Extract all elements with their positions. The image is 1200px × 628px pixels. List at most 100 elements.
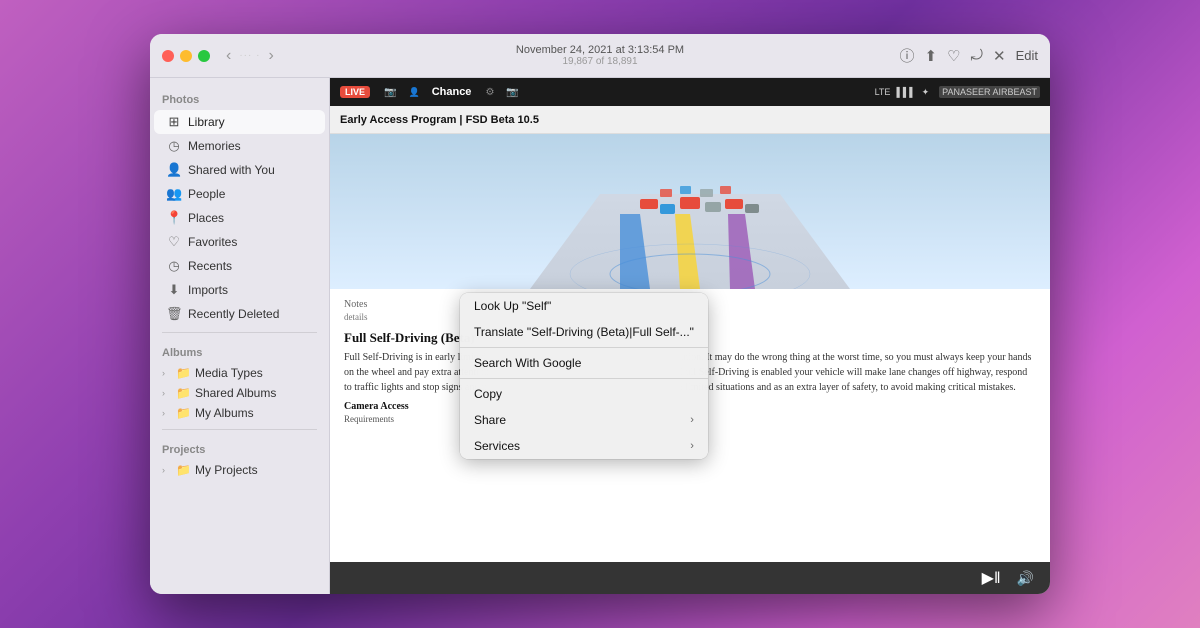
- context-menu-item-search[interactable]: Search With Google: [460, 350, 708, 376]
- imports-label: Imports: [188, 283, 228, 297]
- back-arrow[interactable]: ‹: [222, 45, 235, 67]
- sidebar-item-recents[interactable]: ◷ Recents: [154, 254, 325, 278]
- shared-label: Shared with You: [188, 163, 275, 177]
- memories-label: Memories: [188, 139, 241, 153]
- share-arrow-icon: ›: [690, 414, 694, 426]
- my-projects-icon: 📁: [176, 463, 191, 477]
- share-icon[interactable]: ⬆: [924, 47, 937, 65]
- photos-window: ‹ ··· · › November 24, 2021 at 3:13:54 P…: [150, 34, 1050, 594]
- search-label: Search With Google: [474, 356, 581, 370]
- sidebar-item-my-projects[interactable]: › 📁 My Projects: [154, 460, 325, 480]
- live-badge: LIVE: [340, 86, 370, 98]
- media-types-icon: 📁: [176, 366, 191, 380]
- chance-name: Chance: [432, 86, 472, 98]
- favorites-label: Favorites: [188, 235, 237, 249]
- context-menu-item-share[interactable]: Share ›: [460, 407, 708, 433]
- photo-date: November 24, 2021 at 3:13:54 PM: [516, 44, 684, 56]
- sidebar-item-media-types[interactable]: › 📁 Media Types: [154, 363, 325, 383]
- trash-icon: 🗑: [166, 306, 182, 322]
- context-menu-item-copy[interactable]: Copy: [460, 381, 708, 407]
- main-content: Photos ⊞ Library ◷ Memories 👤 Shared wit…: [150, 78, 1050, 594]
- services-arrow-icon: ›: [690, 440, 694, 452]
- context-menu-item-lookup[interactable]: Look Up "Self": [460, 293, 708, 319]
- shared-albums-icon: 📁: [176, 386, 191, 400]
- photo2-icon: 📷: [506, 87, 518, 98]
- places-icon: 📍: [166, 210, 182, 226]
- recently-deleted-label: Recently Deleted: [188, 307, 279, 321]
- photo-viewer: LIVE 📷 👤 Chance ⚙ 📷 LTE ▌▌▌ ✦ PANASEER A…: [330, 78, 1050, 594]
- recents-label: Recents: [188, 259, 232, 273]
- expand-icon-3: ›: [162, 408, 172, 418]
- nav-dots: ··· ·: [239, 50, 260, 61]
- photo-bottom-controls: ▶‖ 🔊: [330, 562, 1050, 594]
- close-button[interactable]: [162, 50, 174, 62]
- media-types-label: Media Types: [195, 366, 263, 380]
- copy-label: Copy: [474, 387, 502, 401]
- status-icons: LTE ▌▌▌ ✦ PANASEER AIRBEAST: [875, 86, 1040, 98]
- my-albums-icon: 📁: [176, 406, 191, 420]
- sidebar-item-memories[interactable]: ◷ Memories: [154, 134, 325, 158]
- rotate-icon[interactable]: ⤾: [971, 47, 984, 64]
- minimize-button[interactable]: [180, 50, 192, 62]
- lookup-label: Look Up "Self": [474, 299, 551, 313]
- shared-icon: 👤: [166, 162, 182, 178]
- info-icon[interactable]: ⓘ: [899, 45, 914, 66]
- library-label: Library: [188, 115, 225, 129]
- sidebar-item-favorites[interactable]: ♡ Favorites: [154, 230, 325, 254]
- road-svg: [330, 134, 1050, 289]
- menu-separator-2: [460, 378, 708, 379]
- library-icon: ⊞: [166, 114, 182, 130]
- forward-arrow[interactable]: ›: [264, 45, 277, 67]
- sidebar-item-shared-albums[interactable]: › 📁 Shared Albums: [154, 383, 325, 403]
- sidebar-item-people[interactable]: 👥 People: [154, 182, 325, 206]
- signal-icon: ▌▌▌: [896, 87, 915, 97]
- favorites-icon: ♡: [166, 234, 182, 250]
- context-menu-item-translate[interactable]: Translate "Self-Driving (Beta)|Full Self…: [460, 319, 708, 345]
- share-label: Share: [474, 413, 506, 427]
- context-menu: Look Up "Self" Translate "Self-Driving (…: [460, 293, 708, 459]
- sidebar-item-imports[interactable]: ⬇ Imports: [154, 278, 325, 302]
- phone-status-bar: LIVE 📷 👤 Chance ⚙ 📷 LTE ▌▌▌ ✦ PANASEER A…: [330, 78, 1050, 106]
- expand-icon-2: ›: [162, 388, 172, 398]
- maximize-button[interactable]: [198, 50, 210, 62]
- brand-badge: PANASEER AIRBEAST: [939, 86, 1040, 98]
- lte-label: LTE: [875, 87, 891, 97]
- sidebar-item-my-albums[interactable]: › 📁 My Albums: [154, 403, 325, 423]
- photo-count: 19,867 of 18,891: [516, 56, 684, 67]
- my-albums-label: My Albums: [195, 406, 254, 420]
- translate-label: Translate "Self-Driving (Beta)|Full Self…: [474, 325, 694, 339]
- albums-divider: [162, 332, 317, 333]
- sidebar-item-recently-deleted[interactable]: 🗑 Recently Deleted: [154, 302, 325, 326]
- shared-albums-label: Shared Albums: [195, 386, 276, 400]
- expand-icon: ›: [162, 368, 172, 378]
- traffic-lights: [162, 50, 210, 62]
- memories-icon: ◷: [166, 138, 182, 154]
- expand-icon-4: ›: [162, 465, 172, 475]
- people-label: People: [188, 187, 225, 201]
- albums-section-label: Albums: [150, 339, 329, 363]
- article-title-bar: Early Access Program | FSD Beta 10.5: [330, 106, 1050, 134]
- menu-separator-1: [460, 347, 708, 348]
- favorite-icon[interactable]: ♡: [947, 47, 960, 65]
- title-bar: ‹ ··· · › November 24, 2021 at 3:13:54 P…: [150, 34, 1050, 78]
- person-icon: 👤: [408, 87, 419, 98]
- sidebar-item-library[interactable]: ⊞ Library: [154, 110, 325, 134]
- bluetooth-icon: ✦: [922, 87, 930, 98]
- edit-button[interactable]: Edit: [1016, 48, 1038, 63]
- photos-section-label: Photos: [150, 86, 329, 110]
- projects-divider: [162, 429, 317, 430]
- settings-icon: ⚙: [485, 87, 494, 98]
- article-title: Early Access Program | FSD Beta 10.5: [340, 114, 539, 126]
- context-menu-item-services[interactable]: Services ›: [460, 433, 708, 459]
- more-icon[interactable]: ✕: [993, 47, 1006, 65]
- sidebar-item-places[interactable]: 📍 Places: [154, 206, 325, 230]
- projects-section-label: Projects: [150, 436, 329, 460]
- play-icon[interactable]: ▶‖: [982, 568, 1001, 588]
- my-projects-label: My Projects: [195, 463, 258, 477]
- recents-icon: ◷: [166, 258, 182, 274]
- services-label: Services: [474, 439, 520, 453]
- volume-icon[interactable]: 🔊: [1017, 570, 1034, 587]
- nav-controls: ‹ ··· · ›: [222, 45, 278, 67]
- camera-icon: 📷: [384, 87, 396, 98]
- sidebar-item-shared[interactable]: 👤 Shared with You: [154, 158, 325, 182]
